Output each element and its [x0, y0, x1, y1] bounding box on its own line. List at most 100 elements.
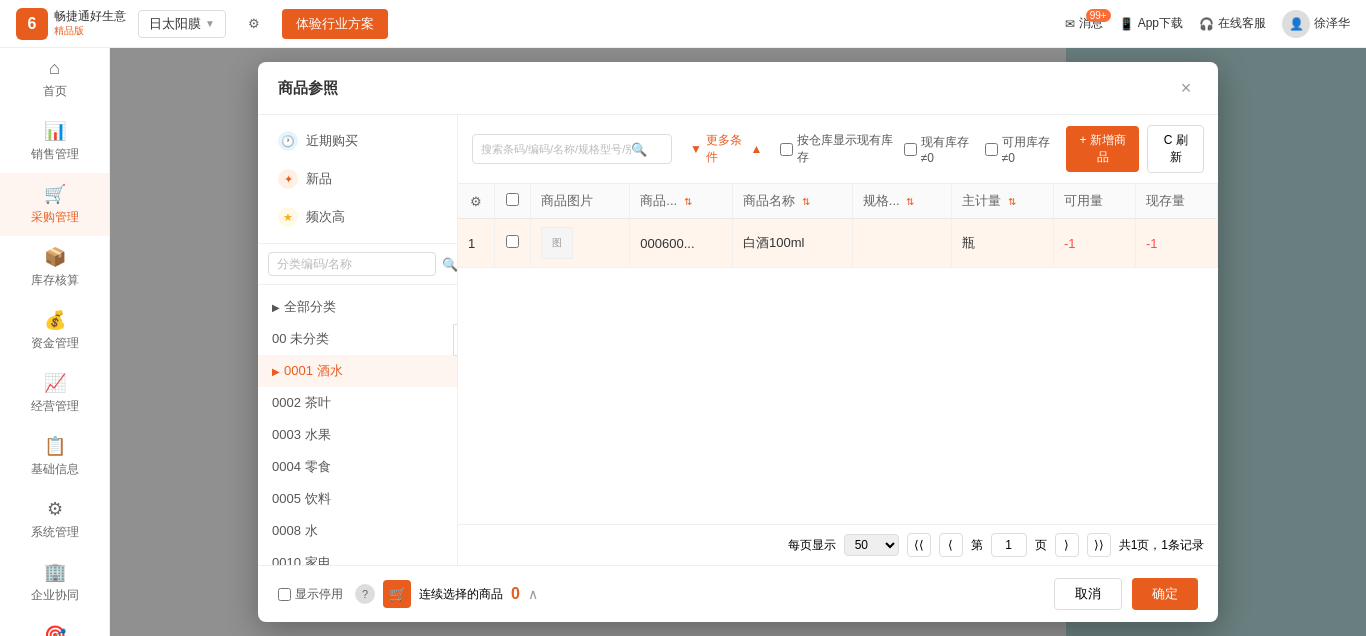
show-disabled-input[interactable]	[278, 588, 291, 601]
col-name[interactable]: 商品名称 ⇅	[733, 184, 853, 219]
cat-label-00: 00 未分类	[272, 330, 329, 348]
confirm-button[interactable]: 确定	[1132, 578, 1198, 610]
cat-item-0008[interactable]: 0008 水	[258, 515, 457, 547]
sidebar-item-system[interactable]: ⚙ 系统管理	[0, 488, 109, 551]
cat-item-0005[interactable]: 0005 饮料	[258, 483, 457, 515]
selected-count: 0	[511, 585, 520, 603]
row-stock: -1	[1135, 219, 1217, 268]
sidebar-item-basic-info[interactable]: 📋 基础信息	[0, 425, 109, 488]
user-profile[interactable]: 👤 徐泽华	[1282, 10, 1350, 38]
sidebar-label-enterprise: 企业协同	[31, 587, 79, 604]
cat-item-00[interactable]: 00 未分类	[258, 323, 457, 355]
collapse-footer-icon[interactable]: ∧	[528, 586, 538, 602]
customer-service-button[interactable]: 🎧 在线客服	[1199, 15, 1266, 32]
cat-item-0003[interactable]: 0003 水果	[258, 419, 457, 451]
page-prev-button[interactable]: ⟨	[939, 533, 963, 557]
user-name: 徐泽华	[1314, 15, 1350, 32]
page-suffix: 页	[1035, 537, 1047, 554]
col-spec-label: 规格...	[863, 193, 900, 208]
per-page-select[interactable]: 50 10 20 100	[844, 534, 899, 556]
recent-icon: 🕐	[278, 131, 298, 151]
main-area: 商品参照 × 🕐 近期购买 ✦ 新品	[110, 48, 1366, 636]
row-image-cell: 图	[530, 219, 630, 268]
modal-left-panel: 🕐 近期购买 ✦ 新品 ★ 频次高 《	[258, 115, 458, 565]
cart-button[interactable]: 🛒	[383, 580, 411, 608]
show-disabled-checkbox[interactable]: 显示停用	[278, 586, 343, 603]
freq-icon: ★	[278, 207, 298, 227]
col-code[interactable]: 商品... ⇅	[630, 184, 733, 219]
category-search-icon[interactable]: 🔍	[442, 257, 458, 272]
product-image: 图	[541, 227, 573, 259]
table-row[interactable]: 1 图 000600... 白酒100ml	[458, 219, 1218, 268]
col-unit[interactable]: 主计量 ⇅	[951, 184, 1053, 219]
cat-item-0001[interactable]: ▶ 0001 酒水	[258, 355, 457, 387]
message-icon: ✉	[1065, 17, 1075, 31]
modal-close-button[interactable]: ×	[1174, 76, 1198, 100]
settings-gear-icon[interactable]: ⚙	[238, 8, 270, 40]
quick-filter-freq[interactable]: ★ 频次高	[268, 201, 447, 233]
app-download-button[interactable]: 📱 App下载	[1119, 15, 1183, 32]
footer-left: ? 🛒 连续选择的商品 0 ∧	[355, 580, 538, 608]
page-number-input[interactable]	[991, 533, 1027, 557]
sort-unit-icon: ⇅	[1008, 196, 1016, 207]
checkbox-available-stock[interactable]: 可用库存≠0	[985, 134, 1056, 165]
product-search-bar: 🔍	[472, 134, 672, 164]
sidebar-label-home: 首页	[43, 83, 67, 100]
quick-filter-recent[interactable]: 🕐 近期购买	[268, 125, 447, 157]
sidebar-item-guide[interactable]: 🎯 新手引导	[0, 614, 109, 636]
logo-sub: 精品版	[54, 24, 126, 38]
messages-button[interactable]: ✉ 消息 99+	[1065, 15, 1103, 32]
footer-right: 取消 确定	[1054, 578, 1198, 610]
sidebar-item-home[interactable]: ⌂ 首页	[0, 48, 109, 110]
sidebar-item-finance[interactable]: 💰 资金管理	[0, 299, 109, 362]
sidebar-item-purchase[interactable]: 🛒 采购管理	[0, 173, 109, 236]
selected-label: 连续选择的商品	[419, 586, 503, 603]
modal-dialog: 商品参照 × 🕐 近期购买 ✦ 新品	[258, 62, 1218, 622]
quick-label-new: 新品	[306, 170, 332, 188]
checkbox-nonzero-stock[interactable]: 现有库存≠0	[904, 134, 975, 165]
modal-title: 商品参照	[278, 79, 338, 98]
sidebar-item-operations[interactable]: 📈 经营管理	[0, 362, 109, 425]
row-checkbox[interactable]	[506, 235, 519, 248]
checkbox-available-input[interactable]	[985, 143, 998, 156]
nav-selector[interactable]: 日太阳膜 ▼	[138, 10, 226, 38]
cat-item-0004[interactable]: 0004 零食	[258, 451, 457, 483]
cat-item-0002[interactable]: 0002 茶叶	[258, 387, 457, 419]
page-next-button[interactable]: ⟩	[1055, 533, 1079, 557]
collapse-panel-button[interactable]: 《	[453, 324, 458, 356]
sidebar-item-inventory[interactable]: 📦 库存核算	[0, 236, 109, 299]
col-settings-icon: ⚙	[470, 194, 482, 209]
enterprise-icon: 🏢	[44, 561, 66, 583]
page-prefix: 第	[971, 537, 983, 554]
cat-expand-icon: ▶	[272, 302, 280, 313]
sidebar-item-enterprise[interactable]: 🏢 企业协同	[0, 551, 109, 614]
finance-icon: 💰	[44, 309, 66, 331]
select-all-checkbox[interactable]	[506, 193, 519, 206]
cat-item-all[interactable]: ▶ 全部分类	[258, 291, 457, 323]
modal-footer: 显示停用 ? 🛒 连续选择的商品 0 ∧ 取消 确定	[258, 565, 1218, 622]
more-filters-button[interactable]: ▼ 更多条件 ▲	[682, 128, 770, 170]
page-last-button[interactable]: ⟩⟩	[1087, 533, 1111, 557]
cat-item-0010[interactable]: 0010 家电	[258, 547, 457, 565]
page-first-button[interactable]: ⟨⟨	[907, 533, 931, 557]
sidebar-item-sales[interactable]: 📊 销售管理	[0, 110, 109, 173]
cat-label-all: 全部分类	[284, 298, 336, 316]
quick-filter-new[interactable]: ✦ 新品	[268, 163, 447, 195]
headset-icon: 🎧	[1199, 17, 1214, 31]
checkbox-nonzero-input[interactable]	[904, 143, 917, 156]
add-product-button[interactable]: + 新增商品	[1066, 126, 1140, 172]
search-icon[interactable]: 🔍	[631, 142, 647, 157]
col-settings[interactable]: ⚙	[458, 184, 494, 219]
experience-button[interactable]: 体验行业方案	[282, 9, 388, 39]
category-search-input[interactable]	[268, 252, 436, 276]
col-spec[interactable]: 规格... ⇅	[852, 184, 951, 219]
checkbox-warehouse-stock[interactable]: 按仓库显示现有库存	[780, 132, 893, 166]
row-checkbox-cell	[494, 219, 530, 268]
help-icon-button[interactable]: ?	[355, 584, 375, 604]
checkbox-warehouse-input[interactable]	[780, 143, 793, 156]
cancel-button[interactable]: 取消	[1054, 578, 1122, 610]
refresh-button[interactable]: C 刷新	[1147, 125, 1204, 173]
total-info: 共1页，1条记录	[1119, 537, 1204, 554]
inventory-icon: 📦	[44, 246, 66, 268]
product-search-input[interactable]	[481, 142, 631, 156]
